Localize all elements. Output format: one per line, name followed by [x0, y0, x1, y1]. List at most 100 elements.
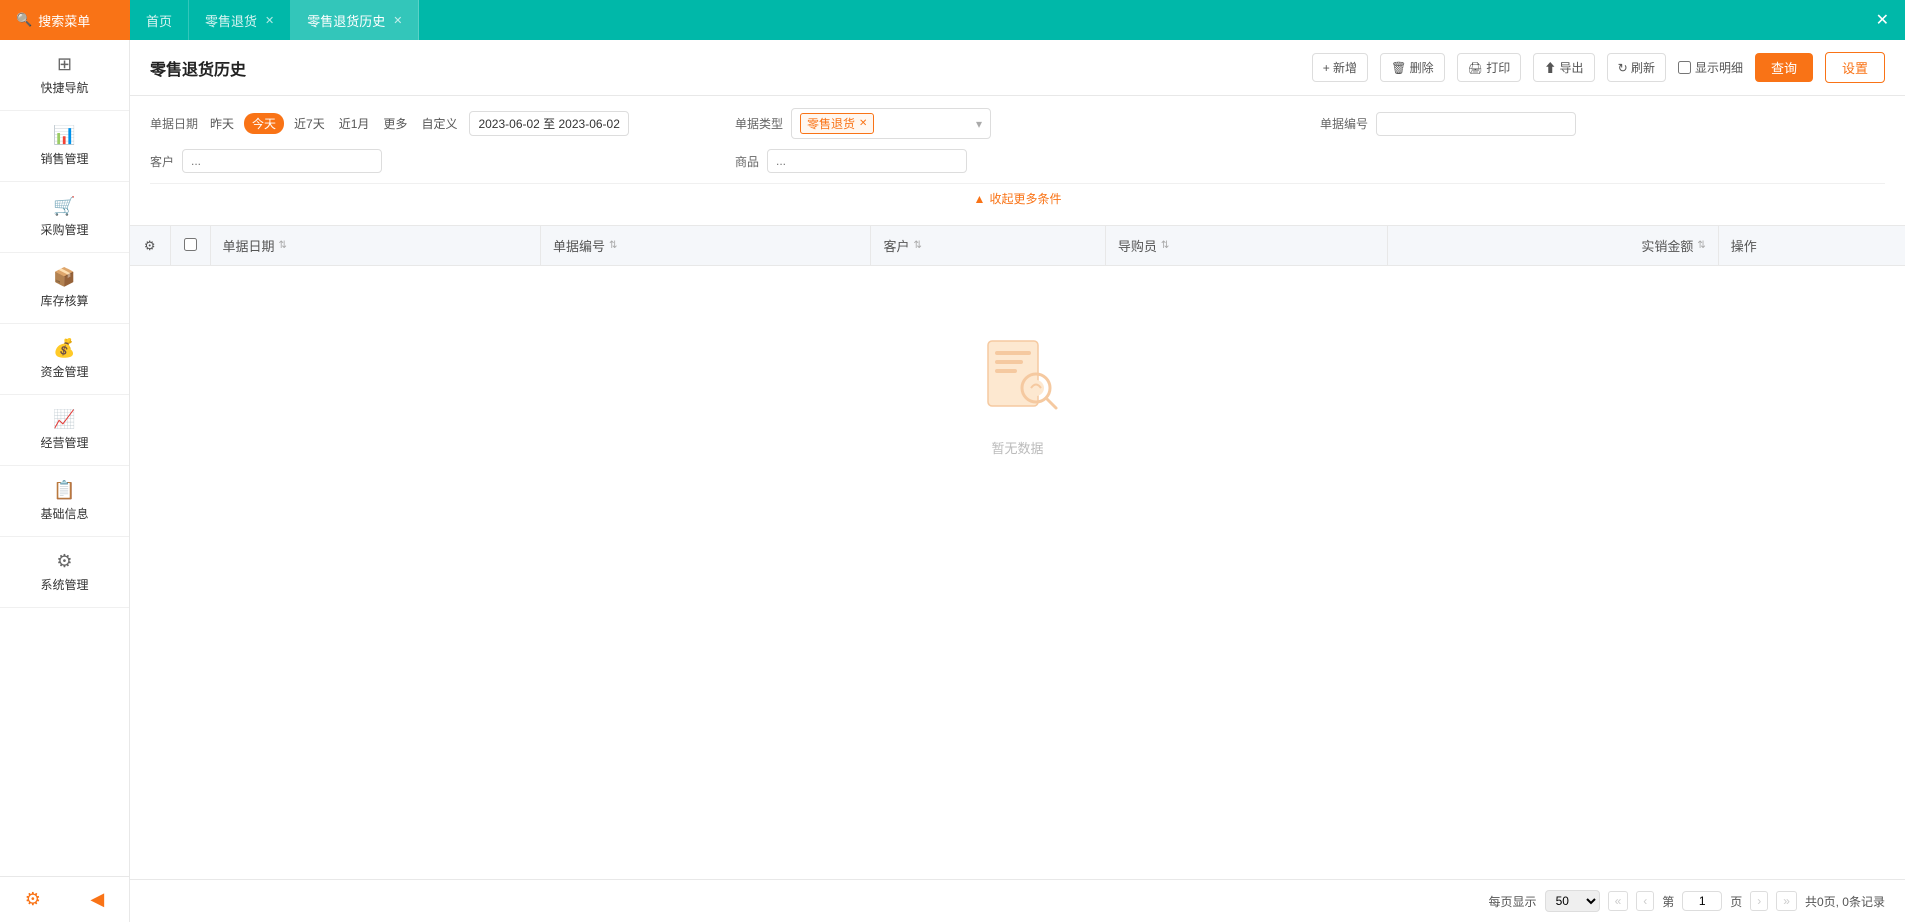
search-icon: 🔍 — [16, 12, 32, 28]
sidebar-item-label-basic-info: 基础信息 — [40, 505, 88, 522]
collapse-icon: ▲ — [974, 192, 986, 206]
sidebar-item-finance[interactable]: 💰 资金管理 — [0, 324, 129, 395]
tab-retail-return-history[interactable]: 零售退货历史 ✕ — [291, 0, 419, 40]
tab-bar: 首页 零售退货 ✕ 零售退货历史 ✕ — [130, 0, 1860, 40]
tab-retail-return-close[interactable]: ✕ — [265, 14, 274, 27]
inventory-icon: 📦 — [53, 267, 75, 288]
doc-type-tag: 零售退货 ✕ — [800, 113, 874, 134]
date-filter-label: 单据日期 — [150, 115, 198, 132]
doc-type-tag-label: 零售退货 — [807, 115, 855, 132]
th-amount-sort-icon[interactable]: ⇅ — [1697, 240, 1705, 251]
select-all-checkbox[interactable] — [184, 238, 197, 251]
quick-nav-icon: ⊞ — [57, 54, 72, 75]
sidebar-item-basic-info[interactable]: 📋 基础信息 — [0, 466, 129, 537]
collapse-bar[interactable]: ▲ 收起更多条件 — [150, 183, 1885, 213]
empty-state: 暂无数据 — [130, 266, 1905, 517]
tab-retail-return[interactable]: 零售退货 ✕ — [189, 0, 291, 40]
customer-label: 客户 — [150, 153, 174, 170]
page-number-input[interactable] — [1682, 891, 1722, 911]
next-page-button[interactable]: › — [1750, 891, 1768, 911]
th-settings[interactable]: ⚙ — [130, 226, 170, 266]
date-opt-1month[interactable]: 近1月 — [335, 113, 374, 134]
tab-home-label: 首页 — [146, 11, 172, 30]
purchase-icon: 🛒 — [53, 196, 75, 217]
doc-type-tag-remove[interactable]: ✕ — [859, 118, 867, 129]
sidebar-item-label-sales: 销售管理 — [40, 150, 88, 167]
sidebar-item-label-finance: 资金管理 — [40, 363, 88, 380]
tab-home[interactable]: 首页 — [130, 0, 189, 40]
search-area[interactable]: 🔍 搜索菜单 — [0, 0, 130, 40]
th-doc-number: 单据编号 ⇅ — [540, 226, 870, 266]
date-opt-yesterday[interactable]: 昨天 — [206, 113, 238, 134]
th-doc-date-label: 单据日期 — [223, 236, 275, 255]
sidebar-item-inventory[interactable]: 📦 库存核算 — [0, 253, 129, 324]
doc-number-input[interactable] — [1376, 112, 1576, 136]
sidebar-item-sales[interactable]: 📊 销售管理 — [0, 111, 129, 182]
th-customer-sort-icon[interactable]: ⇅ — [913, 240, 921, 251]
sidebar-item-label-purchase: 采购管理 — [40, 221, 88, 238]
filter-row-1: 单据日期 昨天 今天 近7天 近1月 更多 自定义 2023-06-02 至 2… — [150, 108, 1885, 139]
sidebar-item-purchase[interactable]: 🛒 采购管理 — [0, 182, 129, 253]
show-detail-label: 显示明细 — [1695, 59, 1743, 76]
search-label: 搜索菜单 — [38, 11, 90, 30]
date-opt-7days[interactable]: 近7天 — [290, 113, 329, 134]
finance-icon: 💰 — [53, 338, 75, 359]
header-actions: + 新增 🗑 删除 🖨 打印 ⬆ 导出 ↻ 刷新 显示明细 查询 设置 — [1312, 52, 1885, 83]
print-button[interactable]: 🖨 打印 — [1457, 53, 1522, 82]
sidebar-item-quick-nav[interactable]: ⊞ 快捷导航 — [0, 40, 129, 111]
last-page-button[interactable]: » — [1776, 891, 1797, 911]
sales-icon: 📊 — [53, 125, 75, 146]
th-doc-date-sort-icon[interactable]: ⇅ — [279, 240, 287, 251]
th-actions: 操作 — [1718, 226, 1905, 266]
th-checkbox[interactable] — [170, 226, 210, 266]
sidebar: ⊞ 快捷导航 📊 销售管理 🛒 采购管理 📦 库存核算 💰 资金管理 📈 经营管… — [0, 40, 130, 922]
sidebar-item-operations[interactable]: 📈 经营管理 — [0, 395, 129, 466]
delete-button[interactable]: 🗑 删除 — [1380, 53, 1445, 82]
goods-filter-group: 商品 — [735, 149, 1300, 173]
refresh-button[interactable]: ↻ 刷新 — [1607, 53, 1666, 82]
sidebar-bottom: ⚙ ◀ — [0, 876, 129, 922]
th-amount-label: 实销金额 — [1641, 236, 1693, 255]
query-button[interactable]: 查询 — [1755, 53, 1813, 82]
th-amount: 实销金额 ⇅ — [1388, 226, 1718, 266]
sidebar-item-label-quick-nav: 快捷导航 — [40, 79, 88, 96]
doc-type-select[interactable]: 零售退货 ✕ ▾ — [791, 108, 991, 139]
table-body: 暂无数据 — [130, 266, 1905, 518]
date-filter-group: 单据日期 昨天 今天 近7天 近1月 更多 自定义 2023-06-02 至 2… — [150, 111, 715, 136]
th-guide: 导购员 ⇅ — [1105, 226, 1387, 266]
th-customer: 客户 ⇅ — [871, 226, 1105, 266]
sidebar-collapse-button[interactable]: ◀ — [90, 889, 104, 910]
customer-filter-group: 客户 — [150, 149, 715, 173]
show-detail-checkbox[interactable] — [1678, 61, 1691, 74]
tab-retail-return-history-label: 零售退货历史 — [307, 11, 385, 30]
first-page-button[interactable]: « — [1608, 891, 1629, 911]
th-doc-number-sort-icon[interactable]: ⇅ — [609, 240, 617, 251]
sidebar-item-system[interactable]: ⚙ 系统管理 — [0, 537, 129, 608]
basic-info-icon: 📋 — [53, 480, 75, 501]
page-title: 零售退货历史 — [150, 56, 246, 80]
data-table: ⚙ 单据日期 ⇅ — [130, 226, 1905, 517]
add-button[interactable]: + 新增 — [1312, 53, 1368, 82]
tab-retail-return-history-close[interactable]: ✕ — [393, 14, 402, 27]
export-button[interactable]: ⬆ 导出 — [1533, 53, 1594, 82]
sidebar-settings-button[interactable]: ⚙ — [25, 889, 41, 910]
date-opt-custom[interactable]: 自定义 — [417, 113, 461, 134]
date-opt-today[interactable]: 今天 — [244, 113, 284, 134]
th-guide-sort-icon[interactable]: ⇅ — [1161, 240, 1169, 251]
close-window-button[interactable]: ✕ — [1860, 10, 1905, 30]
th-doc-date: 单据日期 ⇅ — [210, 226, 540, 266]
customer-input[interactable] — [182, 149, 382, 173]
per-page-select[interactable]: 20 50 100 — [1545, 890, 1600, 912]
top-bar: 🔍 搜索菜单 首页 零售退货 ✕ 零售退货历史 ✕ ✕ — [0, 0, 1905, 40]
settings-button[interactable]: 设置 — [1825, 52, 1885, 83]
prev-page-button[interactable]: ‹ — [1636, 891, 1654, 911]
date-range-input[interactable]: 2023-06-02 至 2023-06-02 — [469, 111, 629, 136]
content-area: 零售退货历史 + 新增 🗑 删除 🖨 打印 ⬆ 导出 ↻ 刷新 显示明细 查询 … — [130, 40, 1905, 922]
goods-input[interactable] — [767, 149, 967, 173]
system-icon: ⚙ — [56, 551, 72, 572]
page-label: 第 — [1662, 893, 1674, 910]
show-detail-checkbox-label[interactable]: 显示明细 — [1678, 59, 1743, 76]
date-opt-more[interactable]: 更多 — [379, 113, 411, 134]
doc-number-filter-group: 单据编号 — [1320, 112, 1885, 136]
main-layout: ⊞ 快捷导航 📊 销售管理 🛒 采购管理 📦 库存核算 💰 资金管理 📈 经营管… — [0, 40, 1905, 922]
